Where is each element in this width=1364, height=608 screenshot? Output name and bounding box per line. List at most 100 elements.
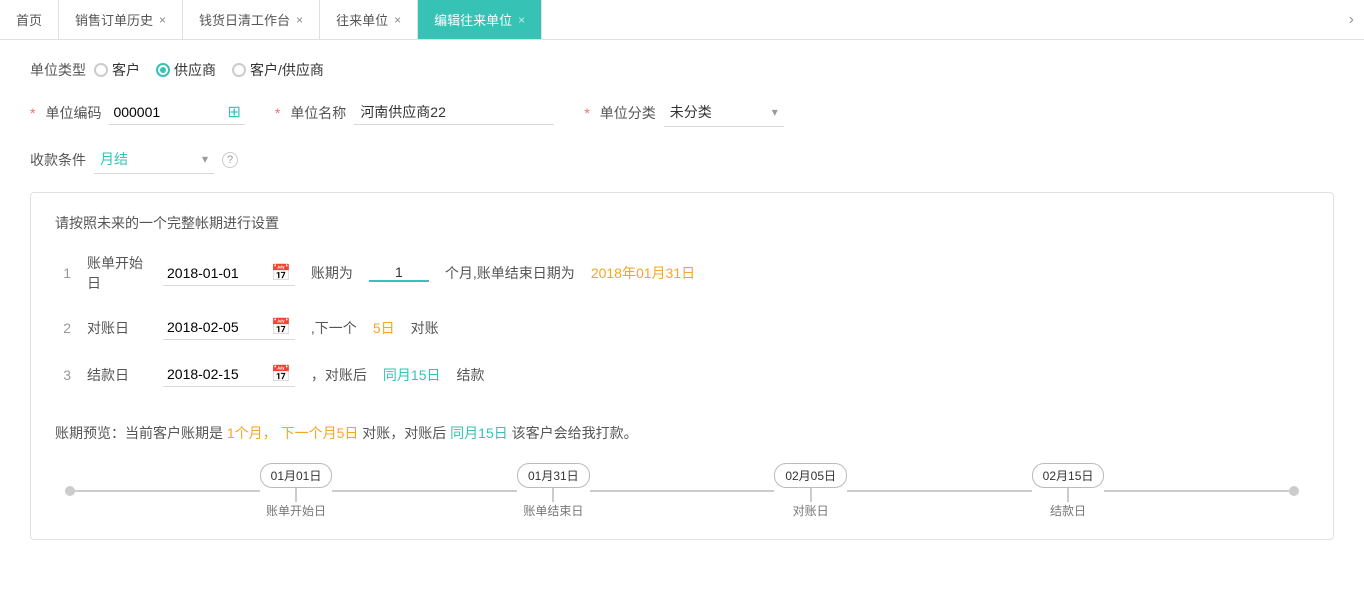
- unit-name-star: *: [275, 105, 280, 121]
- period-row-2: 2 对账日 📅 ,下一个 5日 对账: [55, 315, 1309, 340]
- tab-sales-history[interactable]: 销售订单历史 ×: [59, 0, 183, 39]
- radio-customer[interactable]: 客户: [94, 60, 140, 80]
- period-num-3: 3: [55, 367, 71, 383]
- timeline-node-3: 02月05日 对账日: [774, 463, 847, 519]
- period-suffix-prefix-1: 账期为: [311, 263, 353, 283]
- unit-info-row: * 单位编码 ⊞ * 单位名称 * 单位分类 未分类 ▾: [30, 98, 1334, 127]
- timeline-stem-3: [810, 488, 812, 502]
- tab-partner-units-close[interactable]: ×: [394, 13, 401, 27]
- period-calendar-2[interactable]: 📅: [271, 317, 291, 337]
- period-calendar-3[interactable]: 📅: [271, 364, 291, 384]
- tab-partner-units[interactable]: 往来单位 ×: [320, 0, 418, 39]
- radio-customer-circle: [94, 63, 108, 77]
- timeline-stem-2: [552, 488, 554, 502]
- payment-help-icon[interactable]: ?: [222, 152, 238, 168]
- unit-class-label: 单位分类: [600, 103, 656, 123]
- timeline-sublabel-1: 账单开始日: [266, 502, 326, 519]
- payment-group: 收款条件 月结 ▾ ?: [30, 145, 238, 174]
- unit-name-input[interactable]: [354, 100, 554, 125]
- payment-row: 收款条件 月结 ▾ ?: [30, 145, 1334, 174]
- unit-class-select[interactable]: 未分类 ▾: [664, 98, 784, 127]
- timeline-node-1: 01月01日 账单开始日: [260, 463, 333, 519]
- tab-edit-partner[interactable]: 编辑往来单位 ×: [418, 0, 542, 39]
- timeline-line-4: [847, 490, 1032, 492]
- period-date-input-3[interactable]: [167, 366, 267, 382]
- period-row-3: 3 结款日 📅 ，对账后 同月15日 结款: [55, 362, 1309, 387]
- unit-code-icon[interactable]: ⊞: [227, 102, 240, 122]
- timeline-stem-1: [295, 488, 297, 502]
- unit-code-label: 单位编码: [45, 103, 101, 123]
- preview-part2: 下一个月5日: [281, 425, 359, 441]
- period-title: 请按照未来的一个完整帐期进行设置: [55, 213, 1309, 233]
- radio-customer-label: 客户: [112, 60, 140, 80]
- tab-cash-ledger-close[interactable]: ×: [296, 13, 303, 27]
- tabs-expand-button[interactable]: ›: [1339, 11, 1364, 29]
- period-row3-prefix: ，对账后: [311, 365, 367, 385]
- payment-chevron: ▾: [202, 152, 208, 166]
- period-date-2: 📅: [163, 315, 295, 340]
- preview-middle: 对账，对账后: [362, 425, 446, 441]
- timeline-node-2: 01月31日 账单结束日: [517, 463, 590, 519]
- unit-name-label: 单位名称: [290, 103, 346, 123]
- timeline-pill-2: 01月31日: [517, 463, 590, 488]
- unit-code-field: ⊞: [109, 100, 244, 125]
- timeline-end-dot: [1289, 486, 1299, 496]
- radio-supplier[interactable]: 供应商: [156, 60, 216, 80]
- unit-class-star: *: [584, 105, 589, 121]
- period-calendar-1[interactable]: 📅: [271, 263, 291, 283]
- unit-code-input[interactable]: [113, 104, 223, 120]
- radio-both-circle: [232, 63, 246, 77]
- tab-cash-ledger[interactable]: 钱货日清工作台 ×: [183, 0, 320, 39]
- payment-label: 收款条件: [30, 150, 86, 170]
- preview-suffix: 该客户会给我打款。: [512, 425, 638, 441]
- period-row3-suffix: 结款: [457, 365, 485, 385]
- period-month-input[interactable]: [369, 264, 429, 282]
- unit-code-group: * 单位编码 ⊞: [30, 100, 245, 125]
- payment-select[interactable]: 月结 ▾: [94, 145, 214, 174]
- period-date-3: 📅: [163, 362, 295, 387]
- tab-home[interactable]: 首页: [0, 0, 59, 39]
- timeline-sublabel-3: 对账日: [793, 502, 829, 519]
- tab-edit-partner-close[interactable]: ×: [518, 13, 525, 27]
- timeline-node-4: 02月15日 结款日: [1032, 463, 1105, 519]
- period-box: 请按照未来的一个完整帐期进行设置 1 账单开始日 📅 账期为 个月,账单结束日期…: [30, 192, 1334, 540]
- timeline: 01月01日 账单开始日 01月31日 账单结束日 02月05日 对账日: [55, 463, 1309, 519]
- timeline-sublabel-2: 账单结束日: [523, 502, 583, 519]
- preview-bar: 账期预览：当前客户账期是 1个月， 下一个月5日 对账，对账后 同月15日 该客…: [55, 409, 1309, 463]
- timeline-sublabel-4: 结款日: [1050, 502, 1086, 519]
- unit-class-group: * 单位分类 未分类 ▾: [584, 98, 783, 127]
- period-month-label: 个月,账单结束日期为: [445, 263, 575, 283]
- timeline-line-3: [590, 490, 775, 492]
- timeline-line-2: [332, 490, 517, 492]
- period-date-input-1[interactable]: [167, 265, 267, 281]
- timeline-pill-1: 01月01日: [260, 463, 333, 488]
- period-num-2: 2: [55, 320, 71, 336]
- radio-both-label: 客户/供应商: [250, 60, 324, 80]
- main-content: 单位类型 客户 供应商 客户/供应商 * 单位编码: [0, 40, 1364, 608]
- timeline-start-dot: [65, 486, 75, 496]
- period-row2-prefix: ,下一个: [311, 318, 357, 338]
- timeline-pill-4: 02月15日: [1032, 463, 1105, 488]
- unit-class-chevron: ▾: [772, 105, 778, 119]
- period-row2-highlight: 5日: [373, 318, 395, 338]
- period-row-1: 1 账单开始日 📅 账期为 个月,账单结束日期为 2018年01月31日: [55, 253, 1309, 293]
- preview-part1: 1个月，: [227, 425, 277, 441]
- tabs-bar: 首页 销售订单历史 × 钱货日清工作台 × 往来单位 × 编辑往来单位 × ›: [0, 0, 1364, 40]
- unit-type-label: 单位类型: [30, 60, 86, 80]
- tab-sales-history-close[interactable]: ×: [159, 13, 166, 27]
- period-end-date: 2018年01月31日: [591, 263, 695, 283]
- unit-name-group: * 单位名称: [275, 100, 554, 125]
- unit-type-row: 单位类型 客户 供应商 客户/供应商: [30, 60, 1334, 80]
- unit-type-group: 单位类型 客户 供应商 客户/供应商: [30, 60, 324, 80]
- period-date-input-2[interactable]: [167, 319, 267, 335]
- timeline-line-5: [1104, 490, 1289, 492]
- radio-supplier-circle: [156, 63, 170, 77]
- period-num-1: 1: [55, 265, 71, 281]
- timeline-pill-3: 02月05日: [774, 463, 847, 488]
- preview-prefix: 账期预览：当前客户账期是: [55, 425, 223, 441]
- period-label-1: 账单开始日: [87, 253, 147, 293]
- period-label-3: 结款日: [87, 365, 147, 385]
- radio-customer-supplier[interactable]: 客户/供应商: [232, 60, 324, 80]
- period-label-2: 对账日: [87, 318, 147, 338]
- radio-group: 客户 供应商 客户/供应商: [94, 60, 324, 80]
